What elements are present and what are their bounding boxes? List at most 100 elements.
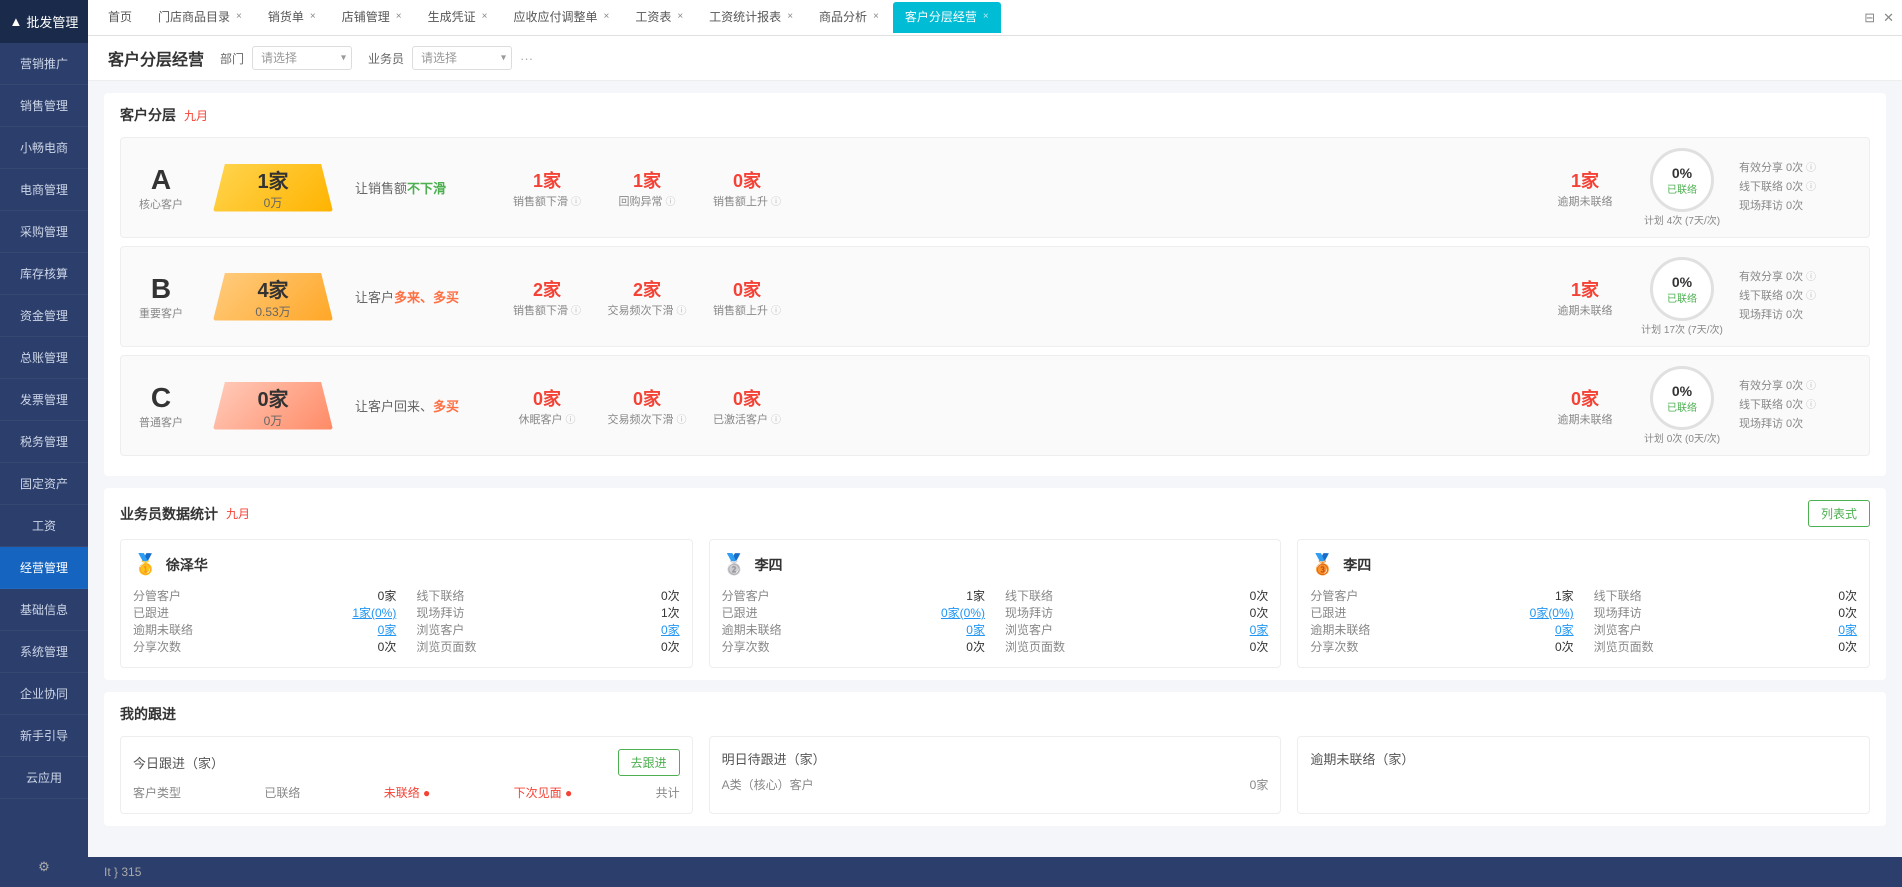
tier-stat-count: 1家 xyxy=(607,167,687,193)
tier-slogan-c: 让客户回来、多买 xyxy=(355,396,495,415)
followup-overdue-header: 逾期未联络（家） xyxy=(1310,749,1857,768)
info-icon[interactable]: ⓘ xyxy=(566,411,576,426)
content-area: 客户分层经营 部门 请选择 业务员 请选择 ··· xyxy=(88,36,1902,857)
sidebar-item-caigou[interactable]: 采购管理 xyxy=(0,211,88,253)
staff-stat-val: 0次 xyxy=(1250,587,1269,604)
sidebar-item-jingying[interactable]: 经营管理 xyxy=(0,547,88,589)
info-icon[interactable]: ⓘ xyxy=(1803,381,1816,392)
tier-stat-label: 销售额上升ⓘ xyxy=(707,302,787,318)
tab-home[interactable]: 首页 xyxy=(96,2,144,33)
staff-stat-row: 逾期未联络 0家 xyxy=(1310,621,1573,638)
tab-close-mendian[interactable]: × xyxy=(236,11,242,22)
tab-gongzitj[interactable]: 工资统计报表× xyxy=(697,2,805,33)
circle-pct: 0% xyxy=(1672,383,1692,399)
staff-stat-val[interactable]: 0家 xyxy=(966,621,985,638)
info-icon[interactable]: ⓘ xyxy=(677,411,687,426)
staff-stat-val[interactable]: 0家 xyxy=(1250,621,1269,638)
tier-chart-c: 0家 0万 xyxy=(203,382,343,430)
staff-stat-val[interactable]: 0家 xyxy=(661,621,680,638)
sidebar-item-gudingzichan[interactable]: 固定资产 xyxy=(0,463,88,505)
staff-stat-val[interactable]: 0家(0%) xyxy=(941,604,985,621)
tier-stat-1: 1家 回购异常ⓘ xyxy=(607,167,687,209)
info-icon[interactable]: ⓘ xyxy=(771,411,781,426)
info-icon[interactable]: ⓘ xyxy=(1803,400,1816,411)
sidebar-item-yun[interactable]: 云应用 xyxy=(0,757,88,799)
staff-select[interactable]: 请选择 xyxy=(412,46,512,70)
tab-mendian[interactable]: 门店商品目录× xyxy=(146,2,254,33)
tab-xiaohuo[interactable]: 销货单× xyxy=(256,2,328,33)
sidebar-item-xiaopao[interactable]: 小畅电商 xyxy=(0,127,88,169)
filter-more-icon[interactable]: ··· xyxy=(520,51,533,66)
tab-close-gongzigl[interactable]: × xyxy=(677,11,683,22)
sidebar-item-dianshang[interactable]: 电商管理 xyxy=(0,169,88,211)
tab-close-kehu[interactable]: × xyxy=(983,11,989,22)
followup-section: 我的跟进 今日跟进（家） 去跟进 客户类型 已联络 未联络 ● 下次见面 ● 共… xyxy=(104,692,1886,826)
staff-title: 业务员数据统计 九月 xyxy=(120,504,250,524)
followup-tomorrow-title: 明日待跟进（家） xyxy=(722,749,826,768)
sidebar-item-fapiao[interactable]: 发票管理 xyxy=(0,379,88,421)
tab-minimize-icon[interactable]: ⊟ xyxy=(1864,10,1875,26)
dept-select[interactable]: 请选择 xyxy=(252,46,352,70)
tab-close-gongzitj[interactable]: × xyxy=(787,11,793,22)
tab-mendiangl[interactable]: 店铺管理× xyxy=(330,2,414,33)
sidebar-item-shuiwu[interactable]: 税务管理 xyxy=(0,421,88,463)
tier-extra-c: 有效分享 0次 ⓘ线下联络 0次 ⓘ现场拜访 0次 xyxy=(1739,377,1859,434)
staff-stat-val[interactable]: 0家 xyxy=(378,621,397,638)
staff-name-0: 徐泽华 xyxy=(166,555,208,575)
followup-today-row-col1: 已联络 xyxy=(264,784,300,801)
tab-yingshou[interactable]: 应收应付调整单× xyxy=(501,2,621,33)
info-icon[interactable]: ⓘ xyxy=(771,302,781,317)
staff-stat-key: 现场拜访 xyxy=(416,604,464,621)
bottom-bar: It } 315 xyxy=(88,857,1902,887)
goto-followup-button[interactable]: 去跟进 xyxy=(618,749,680,776)
info-icon[interactable]: ⓘ xyxy=(1803,163,1816,174)
sidebar-item-xitong[interactable]: 系统管理 xyxy=(0,631,88,673)
tab-gongzigl[interactable]: 工资表× xyxy=(623,2,695,33)
tab-shengcheng[interactable]: 生成凭证× xyxy=(416,2,500,33)
tier-chart-shape: 0家 0万 xyxy=(213,382,333,430)
info-icon[interactable]: ⓘ xyxy=(571,302,581,317)
info-icon[interactable]: ⓘ xyxy=(1803,291,1816,302)
tab-kehu[interactable]: 客户分层经营× xyxy=(893,2,1001,33)
staff-stat-row: 逾期未联络 0家 xyxy=(133,621,396,638)
sidebar-item-gongzi[interactable]: 工资 xyxy=(0,505,88,547)
info-icon[interactable]: ⓘ xyxy=(571,193,581,208)
info-icon[interactable]: ⓘ xyxy=(1803,182,1816,193)
tab-close-all-icon[interactable]: ✕ xyxy=(1883,10,1894,26)
staff-card-0: 🥇 徐泽华分管客户 0家已跟进 1家(0%)逾期未联络 0家分享次数 0次线下联… xyxy=(120,539,693,668)
sidebar-item-yingxiao[interactable]: 营销推广 xyxy=(0,43,88,85)
tier-circle-shape: 0% 已联络 xyxy=(1650,366,1714,430)
tab-close-shengcheng[interactable]: × xyxy=(482,11,488,22)
info-icon[interactable]: ⓘ xyxy=(771,193,781,208)
sidebar-item-kucun[interactable]: 库存核算 xyxy=(0,253,88,295)
sidebar-item-xinshou[interactable]: 新手引导 xyxy=(0,715,88,757)
staff-stat-val[interactable]: 0家(0%) xyxy=(1530,604,1574,621)
tier-label-b: B重要客户 xyxy=(131,273,191,321)
tab-close-xiaohuo[interactable]: × xyxy=(310,11,316,22)
tier-stat-1: 2家 交易频次下滑ⓘ xyxy=(607,276,687,318)
info-icon[interactable]: ⓘ xyxy=(1803,272,1816,283)
staff-stat-val[interactable]: 0家 xyxy=(1838,621,1857,638)
info-icon[interactable]: ⓘ xyxy=(666,193,676,208)
tab-close-yingshou[interactable]: × xyxy=(603,11,609,22)
sidebar-top[interactable]: ▲ 批发管理 xyxy=(0,0,88,43)
tab-close-shangpin[interactable]: × xyxy=(873,11,879,22)
staff-col-left-1: 分管客户 1家已跟进 0家(0%)逾期未联络 0家分享次数 0次 xyxy=(722,587,985,655)
sidebar-settings[interactable]: ⚙ xyxy=(0,847,88,887)
info-icon[interactable]: ⓘ xyxy=(677,302,687,317)
staff-stat-val[interactable]: 0家 xyxy=(1555,621,1574,638)
sidebar-item-zongzhang[interactable]: 总账管理 xyxy=(0,337,88,379)
overdue-count: 0家 xyxy=(1545,385,1625,411)
tab-shangpin[interactable]: 商品分析× xyxy=(807,2,891,33)
sidebar-item-jichu[interactable]: 基础信息 xyxy=(0,589,88,631)
sidebar-item-qiye[interactable]: 企业协同 xyxy=(0,673,88,715)
staff-stat-val[interactable]: 1家(0%) xyxy=(352,604,396,621)
tab-close-mendiangl[interactable]: × xyxy=(396,11,402,22)
list-view-button[interactable]: 列表式 xyxy=(1808,500,1870,527)
tier-count: 4家 xyxy=(257,274,288,303)
staff-stat-key: 已跟进 xyxy=(722,604,758,621)
tier-letter: C xyxy=(131,382,191,414)
tier-label-c: C普通客户 xyxy=(131,382,191,430)
sidebar-item-zijin[interactable]: 资金管理 xyxy=(0,295,88,337)
sidebar-item-xiaoshou[interactable]: 销售管理 xyxy=(0,85,88,127)
